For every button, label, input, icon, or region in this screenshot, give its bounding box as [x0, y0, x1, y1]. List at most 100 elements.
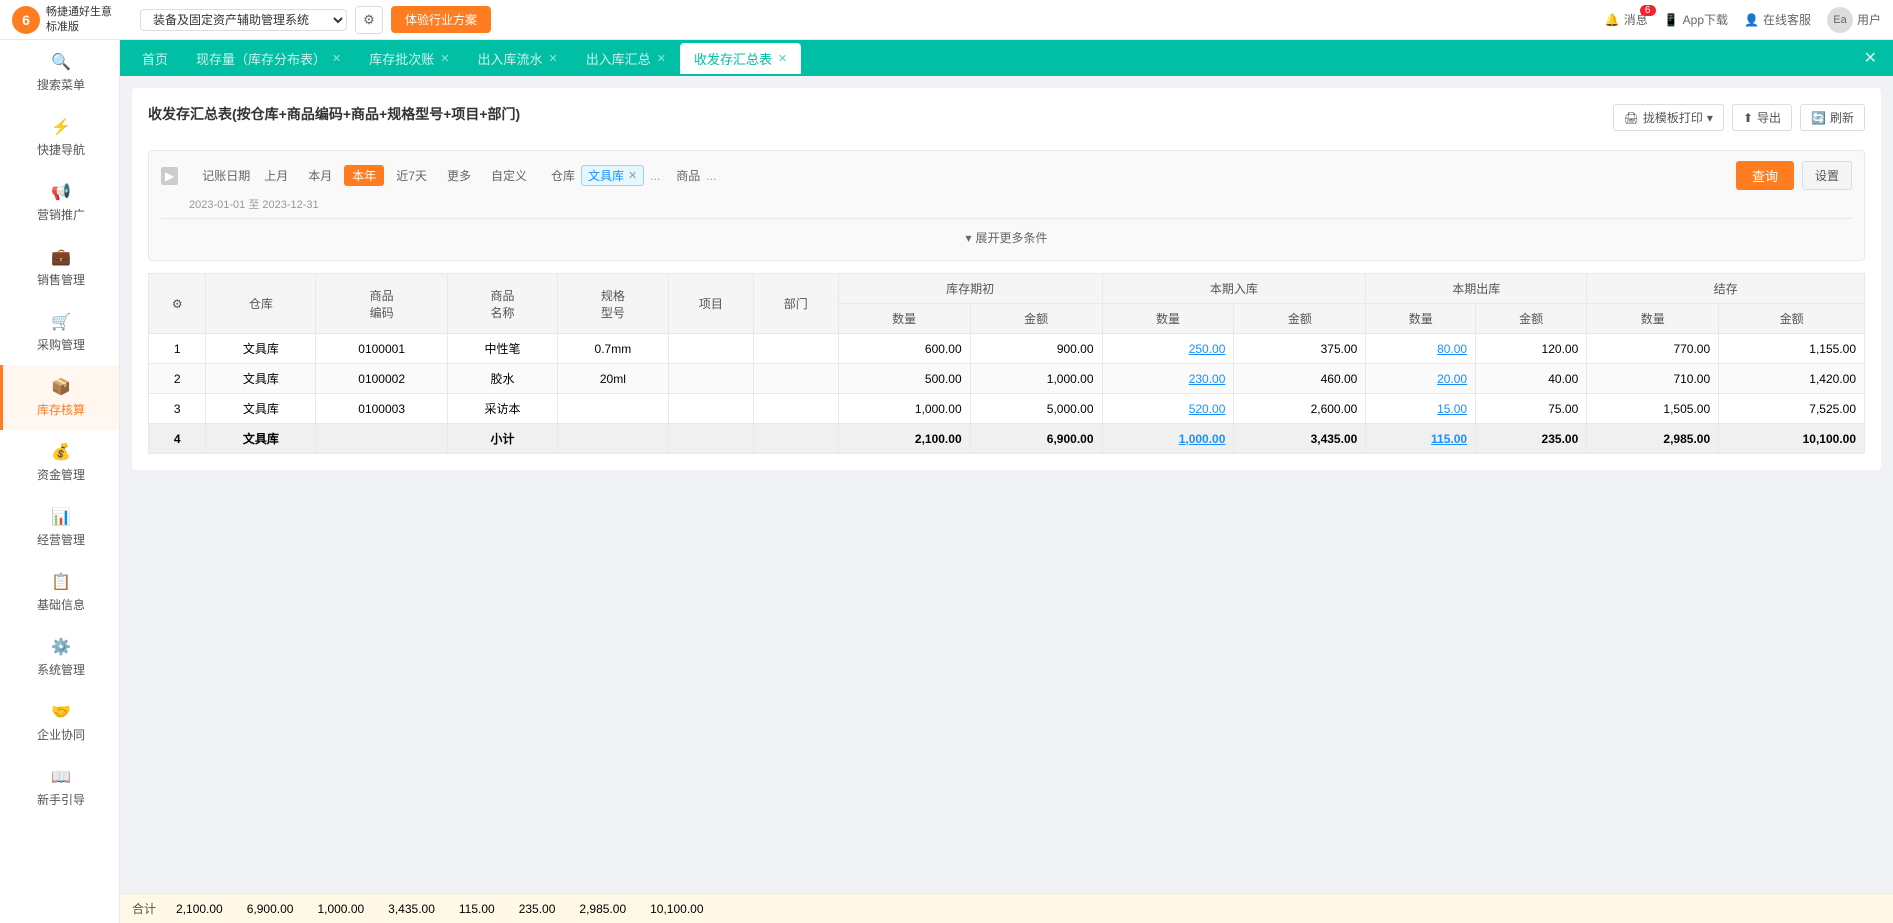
- purchase-icon: 🛒: [51, 312, 71, 332]
- sidebar-item-system[interactable]: ⚙️系统管理: [0, 625, 119, 690]
- sidebar-item-label: 销售管理: [37, 271, 85, 288]
- user-action[interactable]: Ea 用户: [1827, 7, 1881, 33]
- cell-goods-code: [316, 424, 448, 454]
- goods-filter-group: 商品 ...: [676, 167, 716, 184]
- tab-label: 出入库汇总: [586, 49, 651, 68]
- guide-icon: 📖: [51, 767, 71, 787]
- sidebar: 🔍搜索菜单⚡快捷导航📢营销推广 💼 销售管理 🛒采购管理📦库存核算💰资金管理📊经营管理…: [0, 40, 120, 923]
- chevron-down-icon: ▾: [1707, 111, 1713, 125]
- sidebar-item-sales[interactable]: 💼 销售管理: [0, 235, 119, 300]
- cell-balance-amt: 7,525.00: [1719, 394, 1865, 424]
- cell-opening-amt: 900.00: [970, 334, 1102, 364]
- tab-bar: 首页现存量（库存分布表）✕库存批次账✕ 出入库流水 ✕ 出入库汇总 ✕ 收发存汇总表 ✕ ✕: [120, 40, 1893, 76]
- cell-goods-spec: [557, 424, 668, 454]
- cell-opening-amt: 1,000.00: [970, 364, 1102, 394]
- sidebar-item-label: 资金管理: [37, 466, 85, 483]
- template-print-button[interactable]: 🖨 拢模板打印 ▾: [1613, 104, 1724, 131]
- tab-label: 出入库流水: [477, 49, 542, 68]
- sidebar-item-search[interactable]: 🔍搜索菜单: [0, 40, 119, 105]
- sidebar-item-collab[interactable]: 🤝企业协同: [0, 690, 119, 755]
- cell-out-amt: 120.00: [1476, 334, 1587, 364]
- cell-out-qty[interactable]: 15.00: [1366, 394, 1476, 424]
- col-warehouse: 仓库: [206, 274, 316, 334]
- cell-balance-qty: 1,505.00: [1587, 394, 1719, 424]
- date-btn-custom[interactable]: 自定义: [483, 165, 535, 186]
- date-btn-7days[interactable]: 近7天: [388, 165, 435, 186]
- cell-out-qty[interactable]: 115.00: [1366, 424, 1476, 454]
- date-range-display: 2023-01-01 至 2023-12-31: [161, 196, 1852, 212]
- date-filter-group: 记账日期 上月 本月 本年 近7天 更多 自定义: [202, 165, 535, 186]
- tab-home[interactable]: 首页: [128, 43, 182, 74]
- cell-out-qty[interactable]: 20.00: [1366, 364, 1476, 394]
- warehouse-filter-group: 仓库 文具库 ✕ ...: [551, 165, 660, 186]
- cell-warehouse: 文具库: [206, 334, 316, 364]
- cell-in-amt: 375.00: [1234, 334, 1366, 364]
- settings-icon[interactable]: ⚙: [355, 6, 383, 34]
- sales-icon: 💼: [51, 247, 71, 267]
- warehouse-tag-close[interactable]: ✕: [628, 169, 637, 182]
- date-btn-this-month[interactable]: 本月: [300, 165, 340, 186]
- page-title: 收发存汇总表(按仓库+商品编码+商品+规格型号+项目+部门): [148, 104, 520, 124]
- sidebar-item-purchase[interactable]: 🛒采购管理: [0, 300, 119, 365]
- cell-in-amt: 460.00: [1234, 364, 1366, 394]
- tab-batch[interactable]: 库存批次账✕: [355, 43, 463, 74]
- date-btn-this-year[interactable]: 本年: [344, 165, 384, 186]
- sidebar-item-finance[interactable]: 💰资金管理: [0, 430, 119, 495]
- notification-action[interactable]: 🔔 消息 6: [1605, 11, 1648, 28]
- try-button[interactable]: 体验行业方案: [391, 6, 491, 33]
- col-group-balance: 结存: [1587, 274, 1865, 304]
- tab-close-icon[interactable]: ✕: [332, 52, 341, 65]
- app-download-action[interactable]: 📱 App下载: [1664, 11, 1728, 28]
- sidebar-item-marketing[interactable]: 📢营销推广: [0, 170, 119, 235]
- col-balance-qty: 数量: [1587, 304, 1719, 334]
- cell-in-qty[interactable]: 1,000.00: [1102, 424, 1234, 454]
- sidebar-item-basic[interactable]: 📋基础信息: [0, 560, 119, 625]
- expand-more-btn[interactable]: ▾ 展开更多条件: [957, 225, 1055, 250]
- cell-opening-amt: 6,900.00: [970, 424, 1102, 454]
- filter-collapse-btn[interactable]: ▶: [161, 167, 178, 185]
- tab-inout-flow[interactable]: 出入库流水 ✕: [463, 43, 571, 74]
- tab-close-icon[interactable]: ✕: [440, 52, 449, 65]
- cell-department: [753, 394, 838, 424]
- sidebar-item-operation[interactable]: 📊经营管理: [0, 495, 119, 560]
- tab-close-icon[interactable]: ✕: [778, 52, 787, 65]
- cell-out-qty[interactable]: 80.00: [1366, 334, 1476, 364]
- refresh-button[interactable]: 🔄 刷新: [1800, 104, 1865, 131]
- tab-close-icon[interactable]: ✕: [549, 52, 558, 65]
- cell-goods-name: 中性笔: [448, 334, 558, 364]
- col-settings-icon[interactable]: ⚙: [149, 274, 206, 334]
- bell-icon: 🔔: [1605, 13, 1620, 27]
- cell-in-qty[interactable]: 250.00: [1102, 334, 1234, 364]
- tab-inout-summary[interactable]: 出入库汇总 ✕: [572, 43, 680, 74]
- total-balance-qty: 2,985.00: [579, 902, 626, 916]
- export-button[interactable]: ⬆ 导出: [1732, 104, 1792, 131]
- cell-out-amt: 40.00: [1476, 364, 1587, 394]
- date-btn-last-month[interactable]: 上月: [256, 165, 296, 186]
- tab-bar-close[interactable]: ✕: [1856, 48, 1885, 68]
- cell-project: [668, 394, 753, 424]
- cell-in-qty[interactable]: 520.00: [1102, 394, 1234, 424]
- col-group-opening: 库存期初: [838, 274, 1102, 304]
- cell-opening-qty: 1,000.00: [838, 394, 970, 424]
- sidebar-item-quick[interactable]: ⚡快捷导航: [0, 105, 119, 170]
- avatar: Ea: [1827, 7, 1853, 33]
- inventory-icon: 📦: [51, 377, 71, 397]
- system-selector[interactable]: 装备及固定资产辅助管理系统: [140, 9, 347, 31]
- tab-stock-dist[interactable]: 现存量（库存分布表）✕: [182, 43, 355, 74]
- cell-in-qty[interactable]: 230.00: [1102, 364, 1234, 394]
- cell-no: 1: [149, 334, 206, 364]
- tab-recv-send[interactable]: 收发存汇总表 ✕: [680, 43, 801, 74]
- cell-goods-name: 采访本: [448, 394, 558, 424]
- online-service-action[interactable]: 👤 在线客服: [1744, 11, 1811, 28]
- tab-label: 收发存汇总表: [694, 49, 772, 68]
- sidebar-item-guide[interactable]: 📖新手引导: [0, 755, 119, 820]
- query-button[interactable]: 查询: [1736, 161, 1794, 190]
- cell-goods-spec: 20ml: [557, 364, 668, 394]
- sidebar-item-inventory[interactable]: 📦库存核算: [0, 365, 119, 430]
- tab-close-icon[interactable]: ✕: [657, 52, 666, 65]
- table-settings-button[interactable]: 设置: [1802, 161, 1852, 190]
- cell-opening-qty: 500.00: [838, 364, 970, 394]
- cell-goods-spec: 0.7mm: [557, 334, 668, 364]
- sidebar-item-label: 系统管理: [37, 661, 85, 678]
- date-btn-more[interactable]: 更多: [439, 165, 479, 186]
